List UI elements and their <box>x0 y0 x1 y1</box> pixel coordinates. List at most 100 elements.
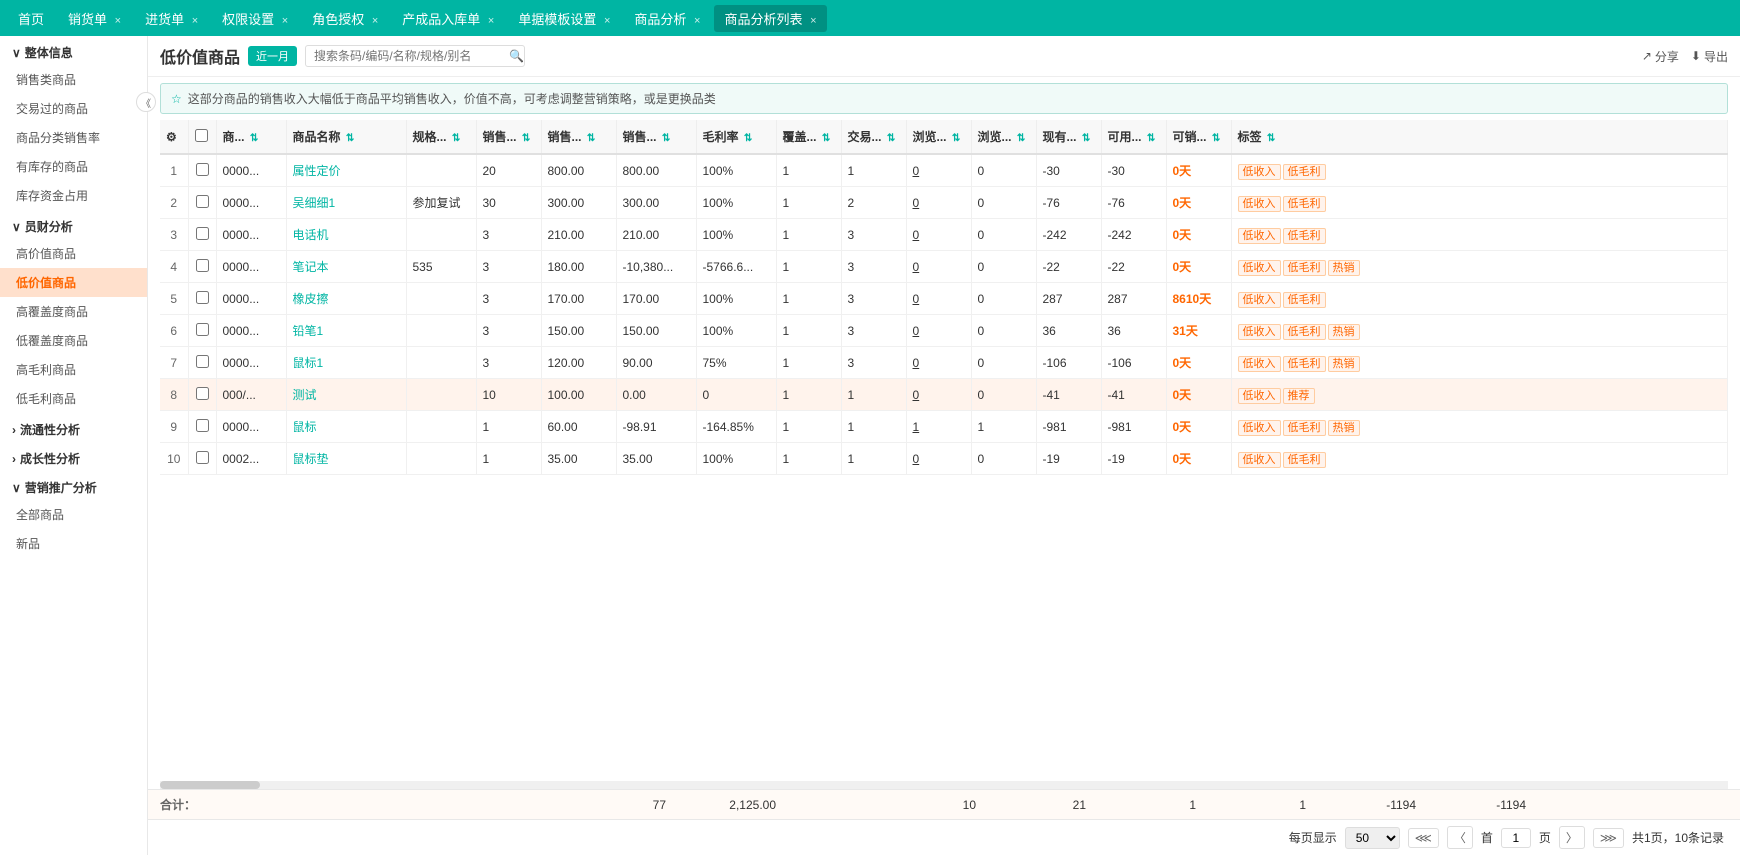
view-link[interactable]: 0 <box>913 356 920 370</box>
product-name[interactable]: 橡皮擦 <box>286 283 406 315</box>
col-name[interactable]: 商品名称 ⇅ <box>286 120 406 154</box>
nav-sales-order[interactable]: 销货单 × <box>58 5 131 32</box>
col-margin[interactable]: 毛利率 ⇅ <box>696 120 776 154</box>
product-name[interactable]: 鼠标垫 <box>286 443 406 475</box>
product-name[interactable]: 吴细细1 <box>286 187 406 219</box>
close-icon[interactable]: × <box>810 15 816 27</box>
sidebar-item-low-margin[interactable]: 低毛利商品 <box>0 384 147 413</box>
view-link[interactable]: 0 <box>913 324 920 338</box>
export-button[interactable]: ⬇ 导出 <box>1691 48 1728 65</box>
sidebar-group-financial[interactable]: ∨ 员财分析 <box>0 210 147 239</box>
sidebar-item-category-sales[interactable]: 商品分类销售率 <box>0 123 147 152</box>
sidebar-item-traded-products[interactable]: 交易过的商品 <box>0 94 147 123</box>
last-page-button[interactable]: ⋙ <box>1593 828 1624 848</box>
view-link[interactable]: 0 <box>913 228 920 242</box>
row-checkbox[interactable] <box>196 227 209 240</box>
product-name[interactable]: 测试 <box>286 379 406 411</box>
product-name[interactable]: 笔记本 <box>286 251 406 283</box>
product-name[interactable]: 电话机 <box>286 219 406 251</box>
nav-template[interactable]: 单据模板设置 × <box>508 5 620 32</box>
days-available: 0天 <box>1166 379 1231 411</box>
sidebar-item-low-value[interactable]: 低价值商品 <box>0 268 147 297</box>
close-icon[interactable]: × <box>694 15 700 27</box>
close-icon[interactable]: × <box>372 15 378 27</box>
sidebar-item-sales-products[interactable]: 销售类商品 <box>0 65 147 94</box>
row-checkbox[interactable] <box>196 323 209 336</box>
prev-page-button[interactable]: 〈 <box>1447 826 1473 849</box>
view-link[interactable]: 0 <box>913 452 920 466</box>
select-all-checkbox[interactable] <box>195 129 208 142</box>
view-link[interactable]: 0 <box>913 196 920 210</box>
row-checkbox[interactable] <box>196 195 209 208</box>
sidebar-item-high-margin[interactable]: 高毛利商品 <box>0 355 147 384</box>
product-name[interactable]: 铅笔1 <box>286 315 406 347</box>
col-sales-val[interactable]: 销售... ⇅ <box>616 120 696 154</box>
next-page-button[interactable]: 〉 <box>1559 826 1585 849</box>
share-icon: ↗ <box>1642 49 1652 63</box>
col-transaction[interactable]: 交易... ⇅ <box>841 120 906 154</box>
search-icon[interactable]: 🔍 <box>509 49 524 63</box>
col-view2[interactable]: 浏览... ⇅ <box>971 120 1036 154</box>
sidebar-item-all-products[interactable]: 全部商品 <box>0 500 147 529</box>
sidebar-group-growth[interactable]: › 成长性分析 <box>0 442 147 471</box>
share-button[interactable]: ↗ 分享 <box>1642 48 1679 65</box>
col-spec[interactable]: 规格... ⇅ <box>406 120 476 154</box>
first-page-button[interactable]: ⋘ <box>1408 828 1439 848</box>
row-checkbox[interactable] <box>196 163 209 176</box>
close-icon[interactable]: × <box>192 15 198 27</box>
product-spec: 参加复试 <box>406 187 476 219</box>
col-sales-qty[interactable]: 销售... ⇅ <box>476 120 541 154</box>
page-number-input[interactable] <box>1501 828 1531 848</box>
sidebar-item-high-value[interactable]: 高价值商品 <box>0 239 147 268</box>
col-sales-amt[interactable]: 销售... ⇅ <box>541 120 616 154</box>
col-stock-avail[interactable]: 可用... ⇅ <box>1101 120 1166 154</box>
nav-permission[interactable]: 权限设置 × <box>212 5 298 32</box>
col-stock-sale[interactable]: 可销... ⇅ <box>1166 120 1231 154</box>
row-checkbox[interactable] <box>196 355 209 368</box>
col-stock-cur[interactable]: 现有... ⇅ <box>1036 120 1101 154</box>
horizontal-scrollbar[interactable] <box>160 781 1728 789</box>
col-tags[interactable]: 标签 ⇅ <box>1231 120 1728 154</box>
sidebar-group-circulation[interactable]: › 流通性分析 <box>0 413 147 442</box>
close-icon[interactable]: × <box>604 15 610 27</box>
nav-product-in[interactable]: 产成品入库单 × <box>392 5 504 32</box>
product-name[interactable]: 属性定价 <box>286 154 406 187</box>
view-link[interactable]: 1 <box>913 420 920 434</box>
sidebar-item-stock-capital[interactable]: 库存资金占用 <box>0 181 147 210</box>
sidebar-group-overall[interactable]: ∨ 整体信息 <box>0 36 147 65</box>
view-link[interactable]: 0 <box>913 260 920 274</box>
row-checkbox[interactable] <box>196 291 209 304</box>
close-icon[interactable]: × <box>282 15 288 27</box>
nav-purchase-order[interactable]: 进货单 × <box>135 5 208 32</box>
nav-product-analysis-list[interactable]: 商品分析列表 × <box>714 5 826 32</box>
nav-product-analysis[interactable]: 商品分析 × <box>624 5 710 32</box>
notice-bar: ☆ 这部分商品的销售收入大幅低于商品平均销售收入，价值不高，可考虑调整营销策略，… <box>160 83 1728 114</box>
per-page-select[interactable]: 50 100 <box>1345 827 1400 849</box>
view-link[interactable]: 0 <box>913 388 920 402</box>
col-coverage[interactable]: 覆盖... ⇅ <box>776 120 841 154</box>
row-checkbox[interactable] <box>196 451 209 464</box>
nav-home[interactable]: 首页 <box>8 5 54 32</box>
close-icon[interactable]: × <box>115 15 121 27</box>
view-link[interactable]: 0 <box>913 164 920 178</box>
view-link[interactable]: 0 <box>913 292 920 306</box>
search-input[interactable] <box>305 45 525 67</box>
scrollbar-thumb[interactable] <box>160 781 260 789</box>
sidebar-item-high-coverage[interactable]: 高覆盖度商品 <box>0 297 147 326</box>
period-tag[interactable]: 近一月 <box>248 46 297 66</box>
product-name[interactable]: 鼠标1 <box>286 347 406 379</box>
col-settings[interactable]: ⚙ <box>160 120 188 154</box>
sidebar-collapse-button[interactable]: 《 <box>136 92 156 112</box>
col-code[interactable]: 商... ⇅ <box>216 120 286 154</box>
sidebar-item-low-coverage[interactable]: 低覆盖度商品 <box>0 326 147 355</box>
sidebar-item-new-products[interactable]: 新品 <box>0 529 147 558</box>
col-view1[interactable]: 浏览... ⇅ <box>906 120 971 154</box>
nav-role-auth[interactable]: 角色授权 × <box>302 5 388 32</box>
product-name[interactable]: 鼠标 <box>286 411 406 443</box>
sidebar-item-stock-products[interactable]: 有库存的商品 <box>0 152 147 181</box>
close-icon[interactable]: × <box>488 15 494 27</box>
row-checkbox[interactable] <box>196 387 209 400</box>
row-checkbox[interactable] <box>196 259 209 272</box>
sidebar-group-marketing[interactable]: ∨ 营销推广分析 <box>0 471 147 500</box>
row-checkbox[interactable] <box>196 419 209 432</box>
